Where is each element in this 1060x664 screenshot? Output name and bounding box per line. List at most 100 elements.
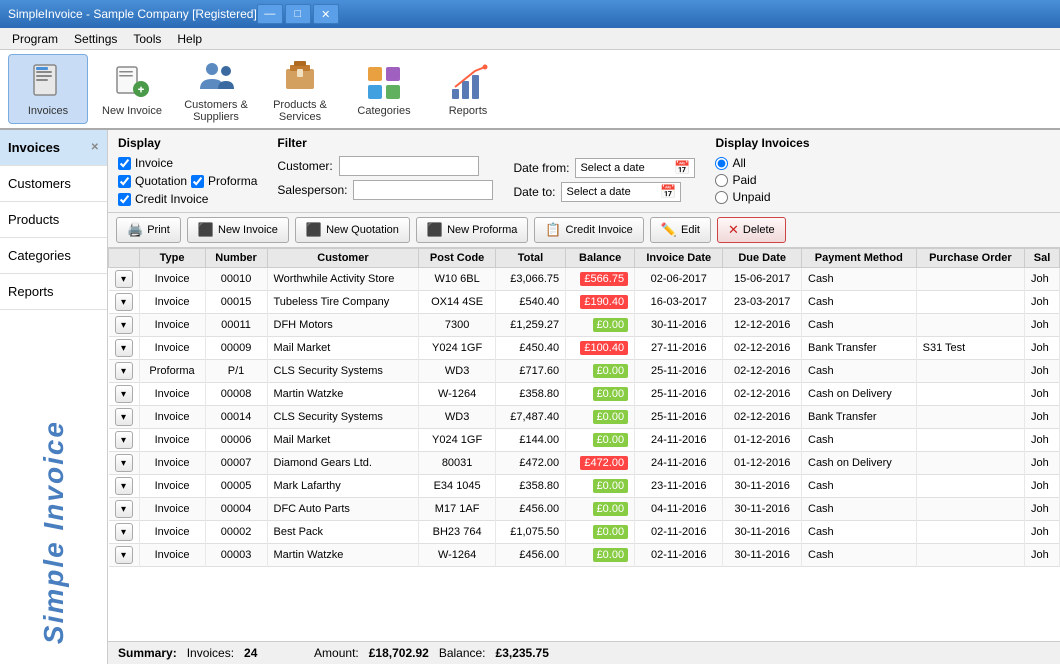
expand-button[interactable]: ▾	[115, 477, 133, 495]
col-sal[interactable]: Sal	[1025, 249, 1060, 268]
balance-cell: £0.00	[566, 544, 635, 567]
number-cell: 00009	[205, 337, 267, 360]
type-cell: Proforma	[139, 360, 205, 383]
title-bar-text: SimpleInvoice - Sample Company [Register…	[8, 7, 257, 21]
payment-method-cell: Cash	[802, 521, 917, 544]
expand-button[interactable]: ▾	[115, 270, 133, 288]
expand-button[interactable]: ▾	[115, 385, 133, 403]
expand-button[interactable]: ▾	[115, 339, 133, 357]
col-type[interactable]: Type	[139, 249, 205, 268]
table-row[interactable]: ▾ Invoice 00004 DFC Auto Parts M17 1AF £…	[109, 498, 1060, 521]
table-row[interactable]: ▾ Invoice 00009 Mail Market Y024 1GF £45…	[109, 337, 1060, 360]
col-postcode[interactable]: Post Code	[419, 249, 495, 268]
col-customer[interactable]: Customer	[267, 249, 419, 268]
sidebar-item-reports[interactable]: Reports	[0, 274, 107, 310]
salesperson-input[interactable]	[353, 180, 493, 200]
col-balance[interactable]: Balance	[566, 249, 635, 268]
new-invoice-button[interactable]: ⬛ New Invoice	[187, 217, 289, 243]
table-row[interactable]: ▾ Invoice 00006 Mail Market Y024 1GF £14…	[109, 429, 1060, 452]
new-proforma-button[interactable]: ⬛ New Proforma	[416, 217, 528, 243]
toolbar-categories[interactable]: Categories	[344, 54, 424, 124]
expand-button[interactable]: ▾	[115, 293, 133, 311]
toolbar-reports[interactable]: Reports	[428, 54, 508, 124]
menu-help[interactable]: Help	[169, 30, 210, 48]
menu-program[interactable]: Program	[4, 30, 66, 48]
expand-cell: ▾	[109, 498, 140, 521]
col-total[interactable]: Total	[495, 249, 565, 268]
purchase-order-cell	[916, 268, 1024, 291]
table-row[interactable]: ▾ Invoice 00007 Diamond Gears Ltd. 80031…	[109, 452, 1060, 475]
postcode-cell: W10 6BL	[419, 268, 495, 291]
table-row[interactable]: ▾ Invoice 00005 Mark Lafarthy E34 1045 £…	[109, 475, 1060, 498]
table-row[interactable]: ▾ Invoice 00002 Best Pack BH23 764 £1,07…	[109, 521, 1060, 544]
sidebar-item-customers[interactable]: Customers	[0, 166, 107, 202]
delete-button[interactable]: ✕ Delete	[717, 217, 786, 243]
col-number[interactable]: Number	[205, 249, 267, 268]
radio-all-row: All	[715, 156, 809, 170]
expand-button[interactable]: ▾	[115, 500, 133, 518]
display-credit-checkbox[interactable]	[118, 193, 131, 206]
toolbar-new-invoice[interactable]: New Invoice	[92, 54, 172, 124]
toolbar-invoices[interactable]: Invoices	[8, 54, 88, 124]
expand-button[interactable]: ▾	[115, 523, 133, 541]
customer-input[interactable]	[339, 156, 479, 176]
sidebar-item-categories[interactable]: Categories	[0, 238, 107, 274]
table-row[interactable]: ▾ Invoice 00008 Martin Watzke W-1264 £35…	[109, 383, 1060, 406]
invoice-date-cell: 30-11-2016	[635, 314, 723, 337]
table-row[interactable]: ▾ Proforma P/1 CLS Security Systems WD3 …	[109, 360, 1060, 383]
expand-button[interactable]: ▾	[115, 362, 133, 380]
toolbar-products-label: Products & Services	[265, 99, 335, 123]
toolbar-customers-suppliers[interactable]: Customers & Suppliers	[176, 54, 256, 124]
radio-all[interactable]	[715, 157, 728, 170]
date-from-input[interactable]: Select a date 📅	[575, 158, 695, 178]
invoices-summary-label: Invoices:	[187, 646, 234, 660]
balance-badge: £566.75	[580, 272, 628, 286]
maximize-button[interactable]: □	[285, 4, 311, 24]
toolbar-products-services[interactable]: Products & Services	[260, 54, 340, 124]
sidebar-item-invoices[interactable]: Invoices ✕	[0, 130, 107, 166]
credit-invoice-button[interactable]: 📋 Credit Invoice	[534, 217, 643, 243]
print-button[interactable]: 🖨️ Print	[116, 217, 181, 243]
radio-paid[interactable]	[715, 174, 728, 187]
total-cell: £358.80	[495, 475, 565, 498]
payment-method-cell: Cash	[802, 498, 917, 521]
menu-settings[interactable]: Settings	[66, 30, 125, 48]
minimize-button[interactable]: —	[257, 4, 283, 24]
due-date-cell: 02-12-2016	[723, 406, 802, 429]
expand-button[interactable]: ▾	[115, 546, 133, 564]
table-row[interactable]: ▾ Invoice 00003 Martin Watzke W-1264 £45…	[109, 544, 1060, 567]
table-row[interactable]: ▾ Invoice 00010 Worthwhile Activity Stor…	[109, 268, 1060, 291]
new-quotation-button[interactable]: ⬛ New Quotation	[295, 217, 410, 243]
table-row[interactable]: ▾ Invoice 00011 DFH Motors 7300 £1,259.2…	[109, 314, 1060, 337]
expand-button[interactable]: ▾	[115, 454, 133, 472]
radio-unpaid[interactable]	[715, 191, 728, 204]
table-header-row: Type Number Customer Post Code Total Bal…	[109, 249, 1060, 268]
col-due-date[interactable]: Due Date	[723, 249, 802, 268]
display-invoice-checkbox[interactable]	[118, 157, 131, 170]
menu-tools[interactable]: Tools	[125, 30, 169, 48]
date-to-value: Select a date	[566, 186, 630, 198]
col-invoice-date[interactable]: Invoice Date	[635, 249, 723, 268]
expand-button[interactable]: ▾	[115, 431, 133, 449]
date-to-input[interactable]: Select a date 📅	[561, 182, 681, 202]
edit-button[interactable]: ✏️ Edit	[650, 217, 711, 243]
col-purchase-order[interactable]: Purchase Order	[916, 249, 1024, 268]
display-quotation-checkbox[interactable]	[118, 175, 131, 188]
table-row[interactable]: ▾ Invoice 00014 CLS Security Systems WD3…	[109, 406, 1060, 429]
expand-button[interactable]: ▾	[115, 316, 133, 334]
payment-method-cell: Cash on Delivery	[802, 383, 917, 406]
col-payment-method[interactable]: Payment Method	[802, 249, 917, 268]
type-cell: Invoice	[139, 521, 205, 544]
sidebar-close-invoices[interactable]: ✕	[91, 142, 99, 153]
close-window-button[interactable]: ✕	[313, 4, 339, 24]
sidebar-item-products[interactable]: Products	[0, 202, 107, 238]
purchase-order-cell	[916, 406, 1024, 429]
invoice-date-cell: 04-11-2016	[635, 498, 723, 521]
expand-cell: ▾	[109, 521, 140, 544]
expand-button[interactable]: ▾	[115, 408, 133, 426]
postcode-cell: OX14 4SE	[419, 291, 495, 314]
display-proforma-checkbox[interactable]	[191, 175, 204, 188]
table-row[interactable]: ▾ Invoice 00015 Tubeless Tire Company OX…	[109, 291, 1060, 314]
display-credit-label: Credit Invoice	[135, 192, 208, 206]
table-container[interactable]: Type Number Customer Post Code Total Bal…	[108, 248, 1060, 641]
